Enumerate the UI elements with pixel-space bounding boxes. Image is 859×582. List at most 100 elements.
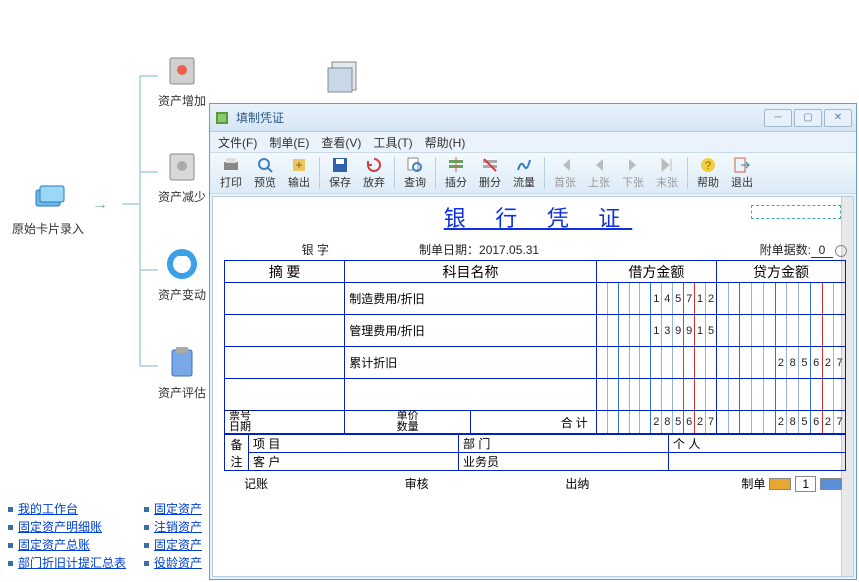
cell-summary[interactable]	[225, 379, 345, 411]
table-row[interactable]: 累计折旧 285627	[225, 347, 846, 379]
total-row: 票号日期 单价数量 合 计 285627 285627	[225, 411, 846, 434]
badge-1[interactable]	[769, 478, 791, 490]
maximize-button[interactable]: ▢	[794, 109, 822, 127]
cell-debit[interactable]	[596, 347, 716, 379]
flow-icon	[515, 156, 533, 173]
footer-cashier: 出纳	[545, 475, 706, 492]
char-label: 银 字	[302, 243, 329, 257]
cell-subject[interactable]: 管理费用/折旧	[345, 315, 596, 347]
tb-save[interactable]: 保存	[323, 154, 357, 192]
cell-subject[interactable]: 制造费用/折旧	[345, 283, 596, 315]
print-icon	[222, 156, 240, 173]
total-debit: 285627	[596, 411, 716, 434]
tb-query[interactable]: 查询	[398, 154, 432, 192]
menu-tools[interactable]: 工具(T)	[373, 134, 412, 151]
save-icon	[331, 156, 349, 173]
footer-audit: 审核	[385, 475, 546, 492]
total-label: 合 计	[471, 411, 596, 433]
cell-credit[interactable]	[716, 379, 845, 411]
date-value[interactable]: 2017.05.31	[479, 243, 539, 257]
menu-view[interactable]: 查看(V)	[321, 134, 361, 151]
cell-debit[interactable]: 145712	[596, 283, 716, 315]
tb-last[interactable]: 末张	[650, 154, 684, 192]
tb-print[interactable]: 打印	[214, 154, 248, 192]
remark-empty[interactable]	[669, 453, 846, 471]
link-workbench[interactable]: 我的工作台	[8, 500, 126, 518]
wf-root[interactable]: 原始卡片录入	[12, 180, 84, 237]
link-age[interactable]: 役龄资产	[144, 554, 202, 572]
cell-credit[interactable]: 285627	[716, 347, 845, 379]
tb-flow[interactable]: 流量	[507, 154, 541, 192]
safe-icon	[164, 52, 200, 88]
cell-subject[interactable]	[345, 379, 596, 411]
wf-node-reduce[interactable]: 资产减少	[158, 148, 206, 205]
menu-make[interactable]: 制单(E)	[269, 134, 309, 151]
table-row[interactable]: 制造费用/折旧145712	[225, 283, 846, 315]
cell-debit[interactable]	[596, 379, 716, 411]
footer-row: 记账 审核 出纳 制单 1	[224, 475, 846, 492]
wf-node-change[interactable]: 资产变动	[158, 246, 206, 303]
wf-change-label: 资产变动	[158, 286, 206, 303]
wf-reduce-label: 资产减少	[158, 188, 206, 205]
footer-maker-val[interactable]: 1	[795, 476, 816, 492]
wf-node-eval[interactable]: 资产评估	[158, 344, 206, 401]
discard-icon	[365, 156, 383, 173]
cell-summary[interactable]	[225, 315, 345, 347]
document-area: 银 行 凭 证 银 字 制单日期：2017.05.31 附单据数:0 摘 要 科…	[212, 196, 854, 577]
cell-debit[interactable]: 139915	[596, 315, 716, 347]
link-detail[interactable]: 固定资产明细账	[8, 518, 126, 536]
tb-prev[interactable]: 上张	[582, 154, 616, 192]
cell-credit[interactable]	[716, 315, 845, 347]
link-fa[interactable]: 固定资产	[144, 500, 202, 518]
exit-icon	[733, 156, 751, 173]
refresh-icon	[164, 246, 200, 282]
tb-insert[interactable]: 插分	[439, 154, 473, 192]
tb-preview[interactable]: 预览	[248, 154, 282, 192]
wf-node-add[interactable]: 资产增加	[158, 52, 206, 109]
link-dept-dep[interactable]: 部门折旧计提汇总表	[8, 554, 126, 572]
link-cancel[interactable]: 注销资产	[144, 518, 202, 536]
card-icon	[30, 180, 66, 216]
safe2-icon	[164, 148, 200, 184]
remark-customer[interactable]: 客 户	[249, 453, 459, 471]
attach-label: 附单据数:	[760, 243, 811, 257]
magnifier-icon[interactable]	[835, 245, 847, 257]
voucher-window: 填制凭证 ─ ▢ ✕ 文件(F) 制单(E) 查看(V) 工具(T) 帮助(H)…	[209, 103, 857, 580]
menu-help[interactable]: 帮助(H)	[425, 134, 466, 151]
toolbar: 打印 预览 输出 保存 放弃 查询 插分 删分 流量 首张 上张 下张 末张 ?…	[210, 152, 856, 194]
prev-icon	[590, 156, 608, 173]
tb-output[interactable]: 输出	[282, 154, 316, 192]
tb-help[interactable]: ?帮助	[691, 154, 725, 192]
badge-3[interactable]	[820, 478, 842, 490]
menu-file[interactable]: 文件(F)	[218, 134, 257, 151]
attach-value[interactable]: 0	[811, 243, 833, 258]
cell-summary[interactable]	[225, 283, 345, 315]
close-button[interactable]: ✕	[824, 109, 852, 127]
table-row[interactable]	[225, 379, 846, 411]
remark-dept[interactable]: 部 门	[459, 435, 669, 453]
remark-project[interactable]: 项 目	[249, 435, 459, 453]
link-ledger[interactable]: 固定资产总账	[8, 536, 126, 554]
cell-credit[interactable]	[716, 283, 845, 315]
footer-maker: 制单	[741, 475, 765, 492]
bg-voucher-icon[interactable]	[324, 56, 364, 99]
cell-summary[interactable]	[225, 347, 345, 379]
remark-sales[interactable]: 业务员	[459, 453, 669, 471]
output-icon	[290, 156, 308, 173]
minimize-button[interactable]: ─	[764, 109, 792, 127]
search-icon	[406, 156, 424, 173]
clipboard-icon	[164, 344, 200, 380]
connector-lines	[122, 64, 158, 384]
tb-delete[interactable]: 删分	[473, 154, 507, 192]
remark-person[interactable]: 个 人	[669, 435, 846, 453]
voucher-table: 摘 要 科目名称 借方金额 贷方金额 制造费用/折旧145712管理费用/折旧1…	[224, 260, 846, 434]
table-row[interactable]: 管理费用/折旧139915	[225, 315, 846, 347]
tb-discard[interactable]: 放弃	[357, 154, 391, 192]
titlebar[interactable]: 填制凭证 ─ ▢ ✕	[210, 104, 856, 132]
tb-next[interactable]: 下张	[616, 154, 650, 192]
cell-subject[interactable]: 累计折旧	[345, 347, 596, 379]
link-fa2[interactable]: 固定资产	[144, 536, 202, 554]
wf-eval-label: 资产评估	[158, 384, 206, 401]
tb-exit[interactable]: 退出	[725, 154, 759, 192]
tb-first[interactable]: 首张	[548, 154, 582, 192]
